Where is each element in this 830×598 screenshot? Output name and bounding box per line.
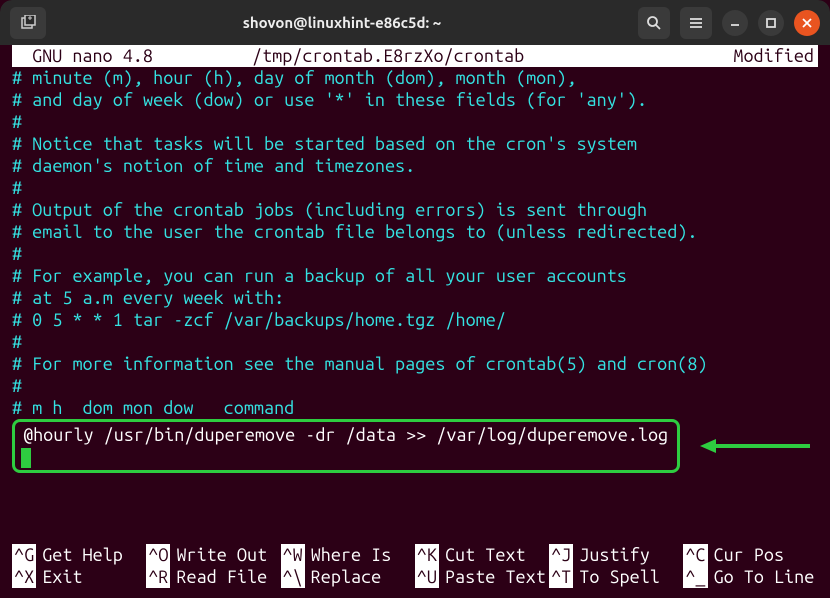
shortcut-justify[interactable]: ^JJustify <box>549 544 683 566</box>
editor-line: # For example, you can run a backup of a… <box>12 265 818 287</box>
editor-line: # 0 5 * * 1 tar -zcf /var/backups/home.t… <box>12 309 818 331</box>
shortcut-paste-text[interactable]: ^UPaste Text <box>415 566 549 588</box>
nano-app-name: GNU nano 4.8 <box>12 45 252 67</box>
shortcut-cur-pos[interactable]: ^CCur Pos <box>683 544 817 566</box>
nano-file-path: /tmp/crontab.E8rzXo/crontab <box>252 45 728 67</box>
shortcut-get-help[interactable]: ^GGet Help <box>12 544 146 566</box>
editor-line: # <box>12 375 818 397</box>
shortcut-write-out[interactable]: ^OWrite Out <box>146 544 280 566</box>
editor-line: # Notice that tasks will be started base… <box>12 133 818 155</box>
shortcut-read-file[interactable]: ^RRead File <box>146 566 280 588</box>
minimize-button[interactable] <box>722 10 748 36</box>
editor-line: # email to the user the crontab file bel… <box>12 221 818 243</box>
highlight-box: @hourly /usr/bin/duperemove -dr /data >>… <box>12 419 680 473</box>
shortcut-replace[interactable]: ^\Replace <box>281 566 415 588</box>
hamburger-menu-button[interactable] <box>680 7 712 39</box>
nano-status: Modified <box>728 45 818 67</box>
editor-line: # m h dom mon dow command <box>12 397 818 419</box>
terminal-area[interactable]: GNU nano 4.8 /tmp/crontab.E8rzXo/crontab… <box>0 45 830 473</box>
editor-line: # daemon's notion of time and timezones. <box>12 155 818 177</box>
search-button[interactable] <box>638 7 670 39</box>
editor-line: # Output of the crontab jobs (including … <box>12 199 818 221</box>
shortcut-cut-text[interactable]: ^KCut Text <box>415 544 549 566</box>
maximize-button[interactable] <box>758 10 784 36</box>
editor-line: # For more information see the manual pa… <box>12 353 818 375</box>
new-tab-button[interactable] <box>10 7 46 39</box>
shortcut-exit[interactable]: ^XExit <box>12 566 146 588</box>
window-title: shovon@linuxhint-e86c5d: ~ <box>56 14 628 31</box>
editor-line: # <box>12 111 818 133</box>
editor-line: # <box>12 243 818 265</box>
highlighted-row: @hourly /usr/bin/duperemove -dr /data >>… <box>12 419 818 473</box>
editor-line: # at 5 a.m every week with: <box>12 287 818 309</box>
arrow-icon <box>700 436 810 456</box>
editor-line: # minute (m), hour (h), day of month (do… <box>12 67 818 89</box>
shortcut-go-to-line[interactable]: ^_Go To Line <box>683 566 817 588</box>
editor-line: # and day of week (dow) or use '*' in th… <box>12 89 818 111</box>
nano-footer: ^GGet Help ^OWrite Out ^WWhere Is ^KCut … <box>12 544 818 588</box>
cursor <box>21 448 31 468</box>
nano-header: GNU nano 4.8 /tmp/crontab.E8rzXo/crontab… <box>12 45 818 67</box>
editor-line: # <box>12 331 818 353</box>
terminal-window: shovon@linuxhint-e86c5d: ~ GNU nano 4.8 … <box>0 0 830 598</box>
cron-command: @hourly /usr/bin/duperemove -dr /data >>… <box>23 425 668 445</box>
close-button[interactable] <box>794 10 820 36</box>
titlebar: shovon@linuxhint-e86c5d: ~ <box>0 0 830 45</box>
editor-line: # <box>12 177 818 199</box>
shortcut-to-spell[interactable]: ^TTo Spell <box>549 566 683 588</box>
shortcut-where-is[interactable]: ^WWhere Is <box>281 544 415 566</box>
